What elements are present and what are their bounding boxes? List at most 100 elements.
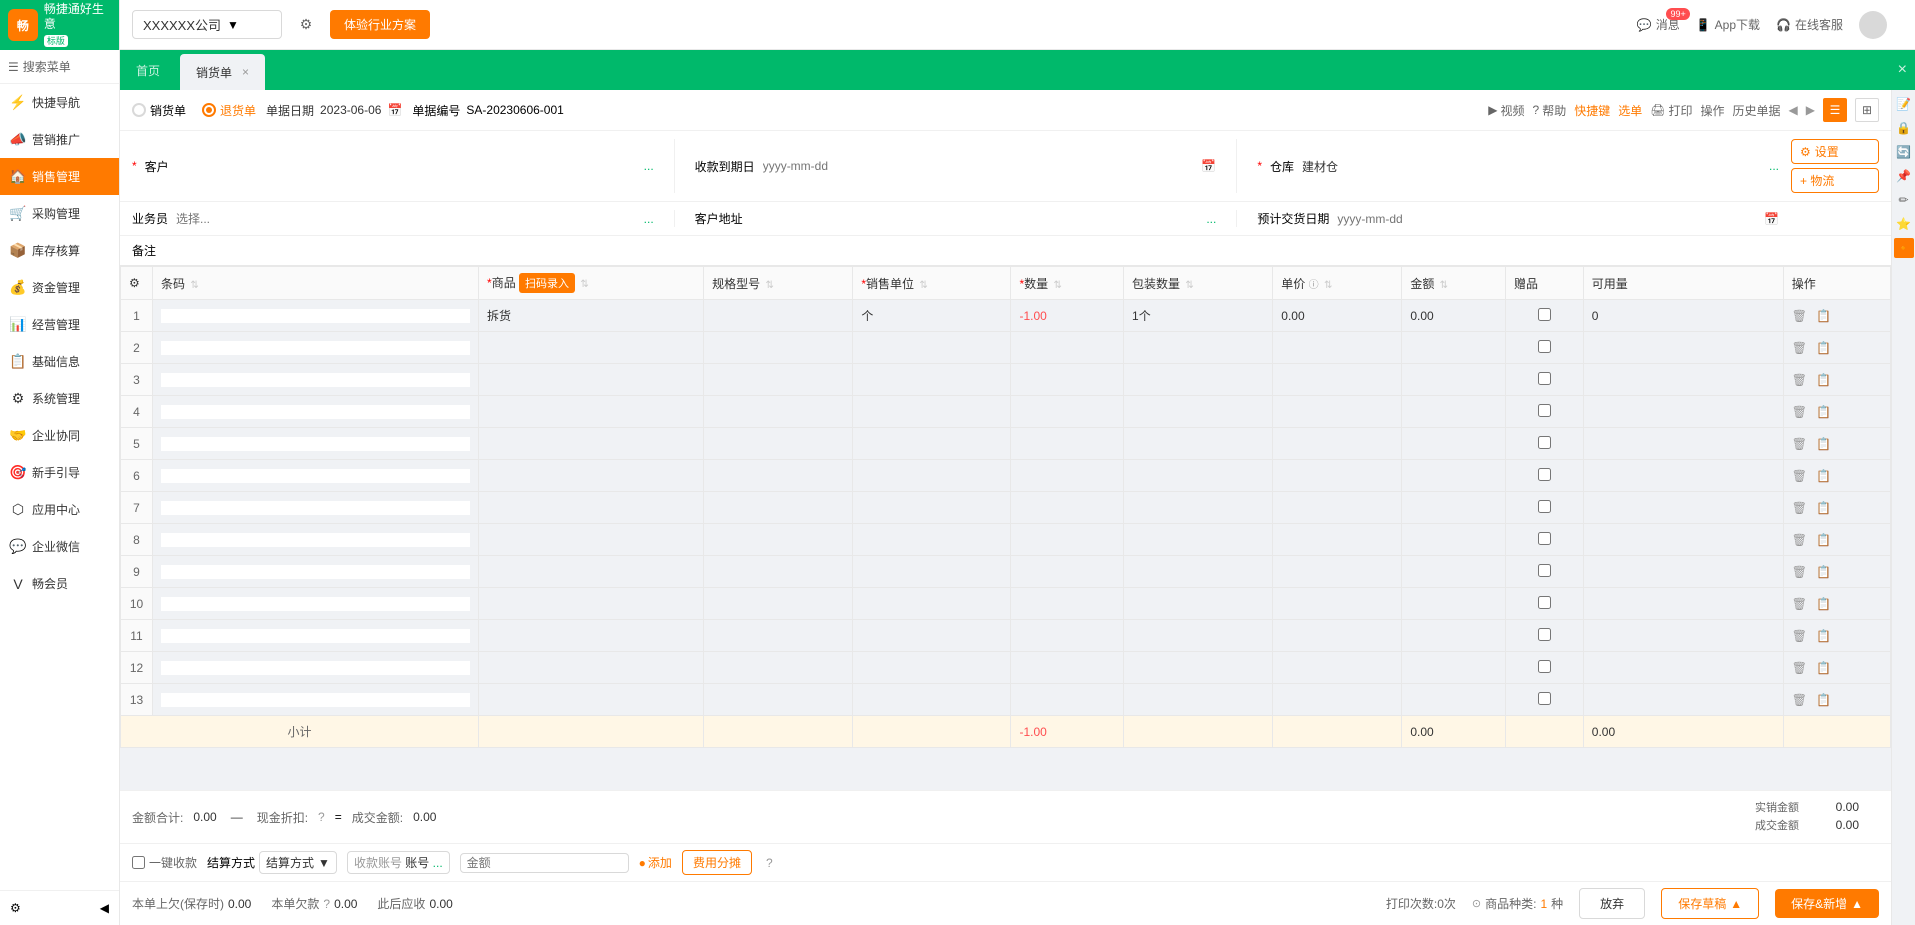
amount-input[interactable] [460,853,629,873]
sidebar-item-basics[interactable]: 📋 基础信息 [0,343,119,380]
row-qty[interactable] [1011,620,1124,652]
copy-icon[interactable]: 📋 [1816,533,1831,547]
row-barcode[interactable] [153,364,479,396]
row-gift[interactable] [1506,332,1584,364]
sidebar-item-system[interactable]: ⚙ 系统管理 [0,380,119,417]
row-product[interactable] [479,524,704,556]
delete-icon[interactable]: 🗑 [1792,661,1807,675]
row-gift[interactable] [1506,652,1584,684]
close-tab-icon[interactable]: × [1898,61,1907,79]
delete-icon[interactable]: 🗑 [1792,469,1807,483]
row-product[interactable] [479,684,704,716]
warehouse-dots[interactable]: ... [1769,159,1779,173]
row-pack-qty[interactable] [1124,524,1273,556]
tab-close-icon[interactable]: × [242,65,249,79]
delete-icon[interactable]: 🗑 [1792,533,1807,547]
copy-icon[interactable]: 📋 [1816,405,1831,419]
row-amount[interactable]: 0.00 [1402,300,1506,332]
row-pack-qty[interactable] [1124,332,1273,364]
video-btn[interactable]: ▶ 视频 [1488,102,1524,119]
row-price[interactable] [1273,332,1402,364]
row-amount[interactable] [1402,652,1506,684]
row-gift[interactable] [1506,428,1584,460]
row-product[interactable] [479,428,704,460]
grid-view-btn[interactable]: ⊞ [1855,98,1879,122]
collapse-icon[interactable]: ◀ [100,901,109,915]
row-barcode[interactable] [153,300,479,332]
row-spec[interactable] [704,652,853,684]
row-unit[interactable] [853,588,1011,620]
single-debt-question[interactable]: ? [323,897,330,911]
row-qty[interactable] [1011,396,1124,428]
row-spec[interactable] [704,556,853,588]
row-qty[interactable] [1011,428,1124,460]
row-product[interactable]: 拆货 [479,300,704,332]
row-unit[interactable] [853,332,1011,364]
row-unit[interactable]: 个 [853,300,1011,332]
row-qty[interactable] [1011,524,1124,556]
tab-sales-order[interactable]: 销货单 × [180,54,265,90]
delete-icon[interactable]: 🗑 [1792,629,1807,643]
row-gift[interactable] [1506,588,1584,620]
note-input[interactable] [164,244,1879,258]
search-menu[interactable]: ☰ 搜索菜单 [0,50,119,84]
copy-icon[interactable]: 📋 [1816,373,1831,387]
row-qty[interactable] [1011,652,1124,684]
row-product[interactable] [479,460,704,492]
row-barcode[interactable] [153,620,479,652]
app-download-btn[interactable]: 📱 App下载 [1696,16,1760,33]
row-price[interactable] [1273,364,1402,396]
row-qty[interactable] [1011,588,1124,620]
salesperson-input[interactable] [176,212,636,226]
row-spec[interactable] [704,364,853,396]
row-pack-qty[interactable] [1124,492,1273,524]
row-spec[interactable] [704,300,853,332]
delete-icon[interactable]: 🗑 [1792,309,1807,323]
row-barcode[interactable] [153,492,479,524]
tab-home[interactable]: 首页 [120,50,176,90]
row-spec[interactable] [704,460,853,492]
row-unit[interactable] [853,620,1011,652]
delivery-date-input[interactable] [1337,212,1756,226]
row-product[interactable] [479,396,704,428]
row-pack-qty[interactable] [1124,620,1273,652]
row-barcode[interactable] [153,524,479,556]
row-amount[interactable] [1402,620,1506,652]
copy-icon[interactable]: 📋 [1816,469,1831,483]
row-unit[interactable] [853,364,1011,396]
warehouse-input[interactable] [1302,159,1761,173]
delete-icon[interactable]: 🗑 [1792,597,1807,611]
row-unit[interactable] [853,684,1011,716]
right-panel-btn-7[interactable]: 🔸 [1894,238,1914,258]
row-gift[interactable] [1506,524,1584,556]
delete-icon[interactable]: 🗑 [1792,405,1807,419]
delivery-calendar-icon[interactable]: 📅 [1764,212,1779,226]
due-date-input[interactable] [763,159,1194,173]
radio-return-order[interactable]: 退货单 [202,102,256,119]
delete-icon[interactable]: 🗑 [1792,501,1807,515]
delete-icon[interactable]: 🗑 [1792,373,1807,387]
row-gift[interactable] [1506,684,1584,716]
row-product[interactable] [479,620,704,652]
settings-icon[interactable]: ⚙ [10,901,21,915]
row-amount[interactable] [1402,588,1506,620]
copy-icon[interactable]: 📋 [1816,309,1831,323]
operations-btn[interactable]: 操作 [1701,102,1725,119]
row-pack-qty[interactable] [1124,684,1273,716]
row-unit[interactable] [853,556,1011,588]
row-gift[interactable] [1506,300,1584,332]
sidebar-item-wechat[interactable]: 💬 企业微信 [0,528,119,565]
row-pack-qty[interactable] [1124,460,1273,492]
row-gift[interactable] [1506,460,1584,492]
row-spec[interactable] [704,492,853,524]
row-amount[interactable] [1402,684,1506,716]
row-spec[interactable] [704,428,853,460]
row-barcode[interactable] [153,332,479,364]
row-price[interactable] [1273,588,1402,620]
row-unit[interactable] [853,396,1011,428]
row-product[interactable] [479,588,704,620]
row-gift[interactable] [1506,492,1584,524]
row-spec[interactable] [704,524,853,556]
sidebar-item-enterprise[interactable]: 🤝 企业协同 [0,417,119,454]
row-price[interactable] [1273,684,1402,716]
